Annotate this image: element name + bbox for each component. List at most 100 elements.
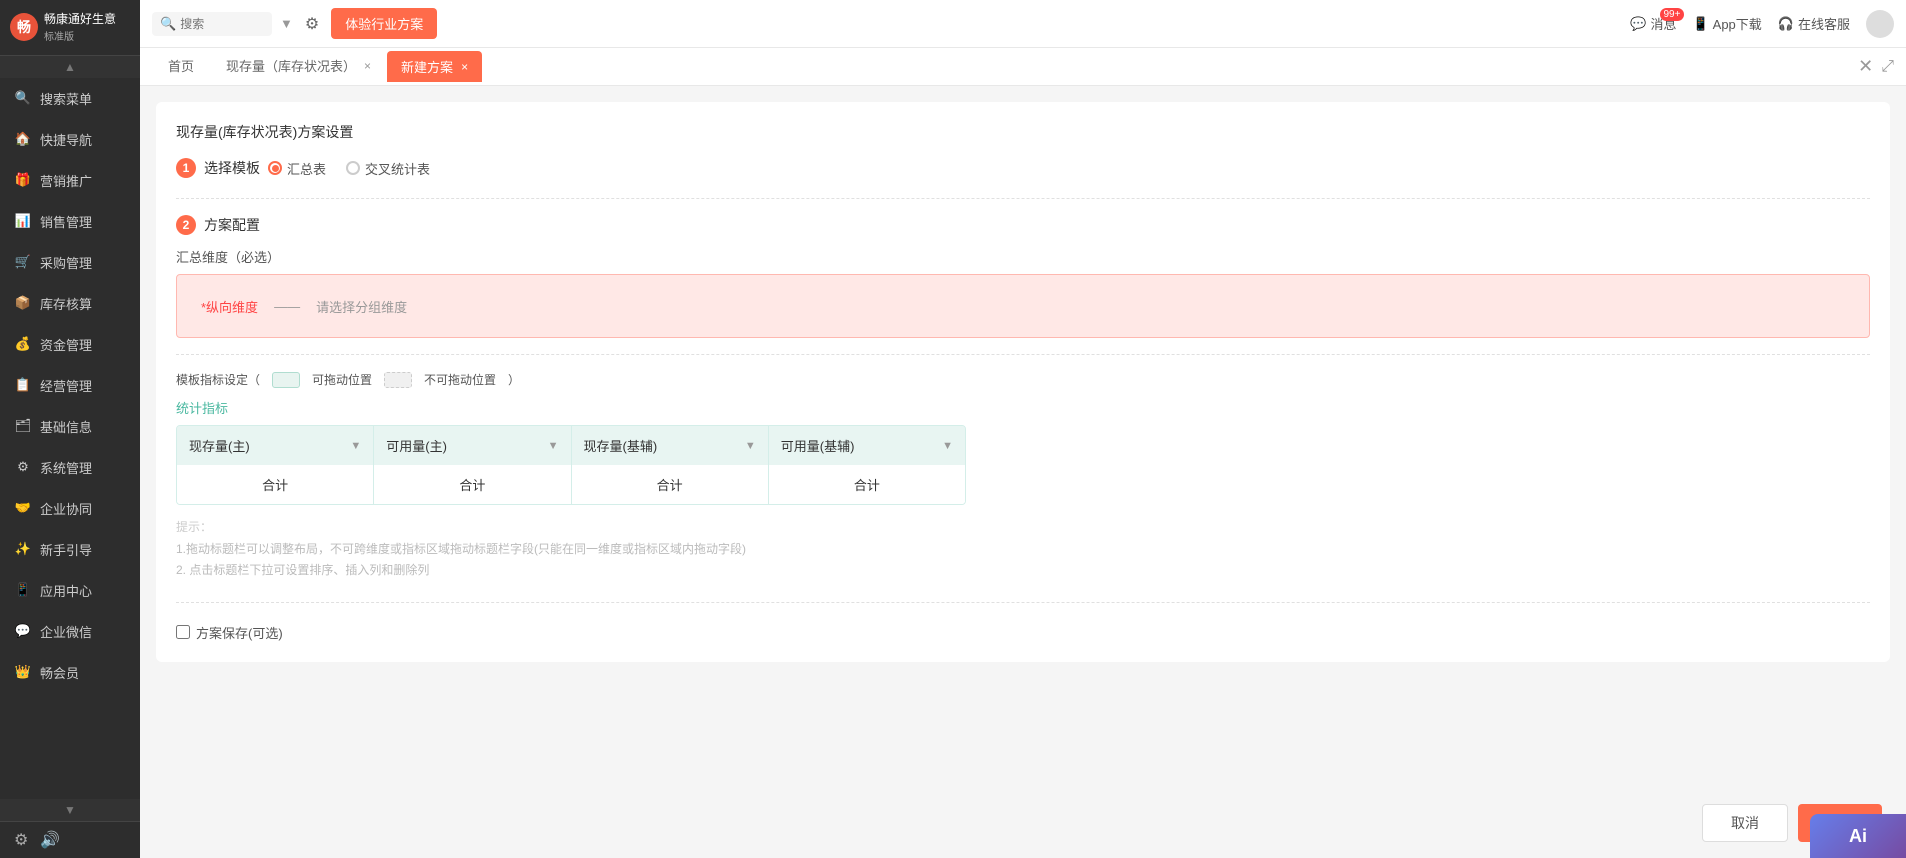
tab-inventory[interactable]: 现存量（库存状况表） × — [210, 48, 387, 85]
chevron-1: ▼ — [350, 440, 361, 452]
template-radio-group: 汇总表 交叉统计表 — [268, 159, 430, 178]
tab-inventory-close[interactable]: × — [364, 59, 371, 73]
app-label: App下载 — [1713, 14, 1762, 33]
section-config: 2 方案配置 汇总维度（必选） *纵向维度 —— 请选择分组维度 模板指标设定（… — [176, 215, 1870, 582]
indicator-legend: 模板指标设定（ 可拖动位置 不可拖动位置 ） — [176, 371, 1870, 388]
nav-label-5: 库存核算 — [40, 294, 92, 313]
nav-icon-6: 💰 — [14, 335, 32, 353]
nav-icon-2: 🎁 — [14, 171, 32, 189]
nav-icon-3: 📊 — [14, 212, 32, 230]
sidebar-item-基础信息[interactable]: 🗂 基础信息 — [0, 406, 140, 447]
sidebar-item-搜索菜单[interactable]: 🔍 搜索菜单 — [0, 78, 140, 119]
non-draggable-label: 不可拖动位置 — [424, 371, 496, 388]
radio-cross-circle — [346, 161, 360, 175]
nav-label-12: 应用中心 — [40, 581, 92, 600]
cancel-button[interactable]: 取消 — [1702, 804, 1788, 842]
nav-label-8: 基础信息 — [40, 417, 92, 436]
col-head-3[interactable]: 现存量(基辅) ▼ — [572, 426, 769, 465]
indicator-label-text: 模板指标设定（ — [176, 371, 260, 388]
message-badge: 99+ — [1660, 8, 1685, 21]
draggable-indicator — [272, 372, 300, 388]
nav-icon-10: 🤝 — [14, 499, 32, 517]
nav-icon-9: ⚙ — [14, 458, 32, 476]
nav-icon-11: ✨ — [14, 540, 32, 558]
sidebar-item-销售管理[interactable]: 📊 销售管理 — [0, 201, 140, 242]
search-input[interactable] — [180, 17, 260, 31]
headset-icon: 🎧 — [1778, 16, 1794, 32]
logo-badge: 标准版 — [44, 28, 116, 43]
stats-label: 统计指标 — [176, 398, 1870, 417]
col-body-3: 合计 — [572, 465, 769, 504]
nav-label-2: 营销推广 — [40, 171, 92, 190]
nav-label-6: 资金管理 — [40, 335, 92, 354]
radio-summary[interactable]: 汇总表 — [268, 159, 326, 178]
nav-label-9: 系统管理 — [40, 458, 92, 477]
ai-badge[interactable]: Ai — [1810, 814, 1906, 858]
sidebar-item-企业协同[interactable]: 🤝 企业协同 — [0, 488, 140, 529]
sidebar-item-系统管理[interactable]: ⚙ 系统管理 — [0, 447, 140, 488]
message-icon: 💬 — [1630, 16, 1646, 32]
dim-area[interactable]: *纵向维度 —— 请选择分组维度 — [176, 274, 1870, 338]
stats-table: 现存量(主) ▼ 可用量(主) ▼ 现存量(基辅) ▼ 可用量(基辅) — [176, 425, 966, 505]
save-checkbox-input[interactable] — [176, 625, 190, 639]
sidebar-item-采购管理[interactable]: 🛒 采购管理 — [0, 242, 140, 283]
trial-btn[interactable]: 体验行业方案 — [331, 8, 437, 39]
panel-title: 现存量(库存状况表)方案设置 — [176, 122, 1870, 142]
sidebar-item-库存核算[interactable]: 📦 库存核算 — [0, 283, 140, 324]
col-head-1-label: 现存量(主) — [189, 436, 250, 455]
nav-label-11: 新手引导 — [40, 540, 92, 559]
col-head-2[interactable]: 可用量(主) ▼ — [374, 426, 571, 465]
sidebar-scroll-down[interactable]: ▼ — [0, 799, 140, 821]
col-head-1[interactable]: 现存量(主) ▼ — [177, 426, 374, 465]
sidebar-item-经营管理[interactable]: 📋 经营管理 — [0, 365, 140, 406]
col-head-4[interactable]: 可用量(基辅) ▼ — [769, 426, 965, 465]
dim-group-label: 汇总维度（必选） — [176, 247, 1870, 266]
sidebar-item-营销推广[interactable]: 🎁 营销推广 — [0, 160, 140, 201]
stats-table-header: 现存量(主) ▼ 可用量(主) ▼ 现存量(基辅) ▼ 可用量(基辅) — [177, 426, 965, 465]
dim-dash: —— — [274, 299, 300, 314]
settings-panel: 现存量(库存状况表)方案设置 1 选择模板 汇总表 交叉统计表 — [156, 102, 1890, 662]
nav-icon-4: 🛒 — [14, 253, 32, 271]
sidebar-item-应用中心[interactable]: 📱 应用中心 — [0, 570, 140, 611]
sidebar-item-快捷导航[interactable]: 🏠 快捷导航 — [0, 119, 140, 160]
app-icon: 📱 — [1692, 16, 1708, 32]
sidebar-item-资金管理[interactable]: 💰 资金管理 — [0, 324, 140, 365]
settings-icon[interactable]: ⚙ — [14, 830, 28, 850]
message-btn[interactable]: 💬 消息 99+ — [1630, 14, 1676, 33]
nav-icon-0: 🔍 — [14, 89, 32, 107]
service-btn[interactable]: 🎧 在线客服 — [1778, 14, 1850, 33]
topbar-right: 💬 消息 99+ 📱 App下载 🎧 在线客服 — [1630, 10, 1894, 38]
panel-minimize-icon[interactable]: ✕ — [1858, 56, 1873, 77]
footer-save-checkbox[interactable]: 方案保存(可选) — [176, 623, 1870, 642]
nav-icon-14: 👑 — [14, 663, 32, 681]
app-download-btn[interactable]: 📱 App下载 — [1692, 14, 1761, 33]
draggable-label: 可拖动位置 — [312, 371, 372, 388]
service-label: 在线客服 — [1798, 14, 1850, 33]
chevron-4: ▼ — [942, 440, 953, 452]
user-menu[interactable] — [1866, 10, 1894, 38]
topbar-gear-icon[interactable]: ⚙ — [305, 14, 319, 34]
sidebar-scroll-up[interactable]: ▲ — [0, 56, 140, 78]
main: 🔍 ▼ ⚙ 体验行业方案 💬 消息 99+ 📱 App下载 🎧 在线客服 — [140, 0, 1906, 858]
sidebar-item-企业微信[interactable]: 💬 企业微信 — [0, 611, 140, 652]
col-body-4: 合计 — [769, 465, 965, 504]
section-template: 1 选择模板 汇总表 交叉统计表 — [176, 158, 1870, 178]
tab-home[interactable]: 首页 — [152, 48, 210, 85]
logo-text: 畅康通好生意 — [44, 12, 116, 28]
tab-new-plan[interactable]: 新建方案 × — [387, 51, 482, 82]
speaker-icon[interactable]: 🔊 — [40, 830, 60, 850]
search-dropdown-icon[interactable]: ▼ — [280, 16, 293, 31]
col-head-2-label: 可用量(主) — [386, 436, 447, 455]
tab-new-plan-label: 新建方案 — [401, 57, 453, 76]
search-box[interactable]: 🔍 — [152, 12, 272, 36]
tab-new-plan-close[interactable]: × — [461, 60, 468, 74]
section1-num: 1 — [176, 158, 196, 178]
tab-inventory-label: 现存量（库存状况表） — [226, 56, 356, 75]
non-draggable-indicator — [384, 372, 412, 388]
radio-cross[interactable]: 交叉统计表 — [346, 159, 430, 178]
panel-expand-icon[interactable]: ⤢ — [1881, 58, 1894, 76]
sidebar-item-畅会员[interactable]: 👑 畅会员 — [0, 652, 140, 693]
sidebar-item-新手引导[interactable]: ✨ 新手引导 — [0, 529, 140, 570]
nav-icon-13: 💬 — [14, 622, 32, 640]
dim-required: *纵向维度 — [201, 297, 258, 316]
